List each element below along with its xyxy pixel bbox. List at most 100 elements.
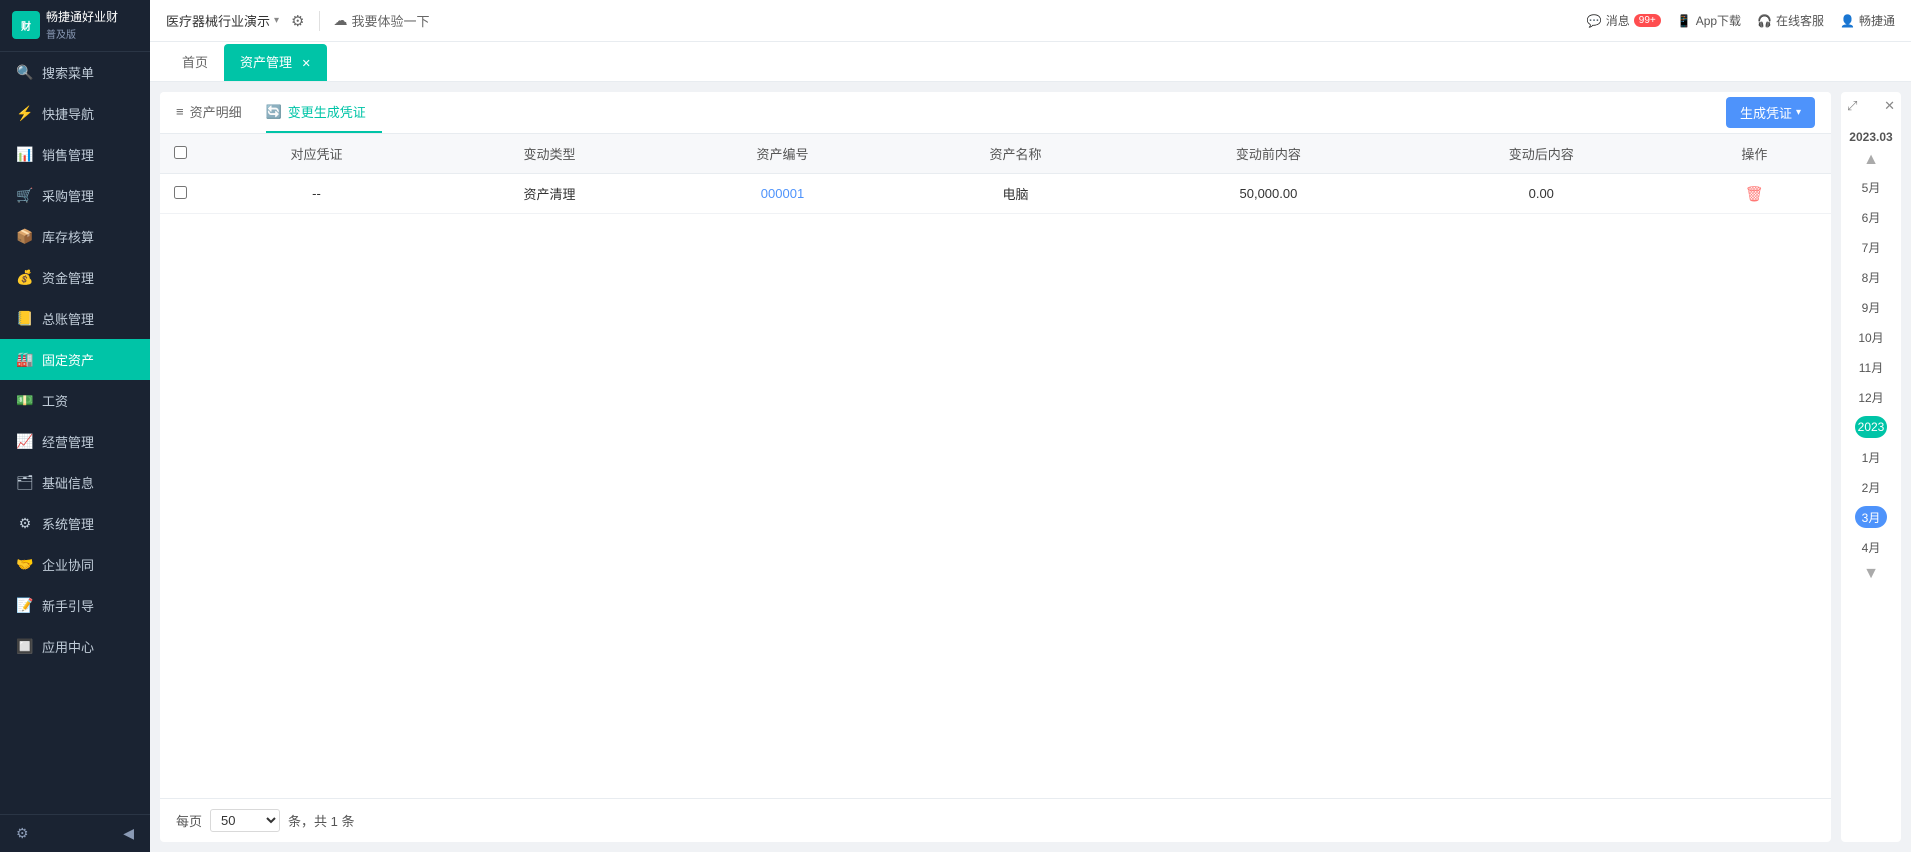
sidebar-item-basic[interactable]: 🗂基础信息 [0,462,150,503]
sidebar-label-apps: 应用中心 [42,637,94,656]
tab-asset-close-icon[interactable]: ✕ [302,58,311,70]
list-icon: ≡ [176,104,184,119]
month-5月[interactable]: 5月 [1855,172,1887,202]
sidebar-icon-operations: 📈 [16,432,34,450]
month-9月[interactable]: 9月 [1855,292,1887,322]
sidebar-item-fixed[interactable]: 🏭固定资产 [0,339,150,380]
message-button[interactable]: 💬 消息 99 [1587,12,1661,29]
company-selector[interactable]: 医疗器械行业演示 ▾ [166,11,279,30]
tab-asset[interactable]: 资产管理 ✕ [224,44,327,81]
sidebar-item-ledger[interactable]: 📒总账管理 [0,298,150,339]
topbar-gear-icon[interactable]: ⚙ [291,12,304,30]
th-after-change: 变动后内容 [1405,134,1678,174]
sidebar-icon-guide: 📝 [16,596,34,614]
th-change-type: 变动类型 [433,134,666,174]
month-2023-2月[interactable]: 2月 [1855,472,1887,502]
sub-tabs: ≡ 资产明细 🔄 变更生成凭证 生成凭证 ▾ [160,92,1831,134]
panel-up-nav[interactable]: ▲ [1841,148,1901,172]
month-11月[interactable]: 11月 [1855,352,1887,382]
year-badge-2023[interactable]: 2023 [1855,412,1887,442]
sidebar-item-purchase[interactable]: 🛒 采购管理 [0,175,150,216]
topbar-divider [319,11,320,31]
subtab-change-voucher[interactable]: 🔄 变更生成凭证 [266,92,382,133]
user-menu[interactable]: 👤 畅捷通 [1840,12,1895,29]
sidebar-label-sales: 销售管理 [42,145,94,164]
topbar-right: 💬 消息 99 📱 App下载 🎧 在线客服 👤 畅捷通 [1587,12,1895,29]
month-badge-2023-1月: 1月 [1855,446,1887,468]
content-area: ≡ 资产明细 🔄 变更生成凭证 生成凭证 ▾ [150,82,1911,852]
nav-tabs: 首页 资产管理 ✕ [150,42,1911,82]
user-avatar-icon: 👤 [1840,14,1855,28]
experience-button[interactable]: ☁ 我要体验一下 [334,11,430,30]
sidebar-item-salary[interactable]: 💵工资 [0,380,150,421]
tab-home-label: 首页 [182,55,208,70]
sidebar-item-funds[interactable]: 💰资金管理 [0,257,150,298]
sidebar-item-quicknav[interactable]: ⚡快捷导航 [0,93,150,134]
logo-icon: 财 [12,11,40,39]
delete-row-0[interactable]: 🗑 [1745,186,1764,203]
th-before-change: 变动前内容 [1132,134,1405,174]
sidebar-item-enterprise[interactable]: 🤝企业协同 [0,544,150,585]
sidebar-icon-apps: 🔲 [16,637,34,655]
month-badge-2023-4月: 4月 [1855,536,1887,558]
message-badge: 99 [1634,14,1661,27]
sidebar-item-search[interactable]: 🔍搜索菜单 [0,52,150,93]
experience-label: 我要体验一下 [352,11,430,30]
download-icon: 📱 [1677,14,1692,28]
month-10月[interactable]: 10月 [1855,322,1887,352]
month-badge-2023-2月: 2月 [1855,476,1887,498]
row-operation-0: 🗑 [1678,174,1831,214]
tab-home[interactable]: 首页 [166,44,224,81]
data-table: 对应凭证 变动类型 资产编号 资产名称 变动前内容 变动后内容 操作 -- 资产… [160,134,1831,214]
per-page-label: 每页 [176,811,202,830]
month-2023-4月[interactable]: 4月 [1855,532,1887,562]
sidebar-label-salary: 工资 [42,391,68,410]
collapse-icon[interactable]: ◀ [123,825,134,842]
month-badge-11月: 11月 [1855,356,1887,378]
sidebar-label-search: 搜索菜单 [42,63,94,82]
table-footer: 每页 50 10 20 100 条，共 1 条 [160,798,1831,842]
sidebar-item-guide[interactable]: 📝新手引导 [0,585,150,626]
th-checkbox [160,134,200,174]
sidebar-label-fixed: 固定资产 [42,350,94,369]
sidebar-label-purchase: 采购管理 [42,186,94,205]
year-badge: 2023 [1855,416,1887,438]
row-checkbox-0[interactable] [174,186,187,199]
sidebar-item-operations[interactable]: 📈经营管理 [0,421,150,462]
company-name: 医疗器械行业演示 [166,11,270,30]
panel-down-nav[interactable]: ▼ [1841,562,1901,586]
settings-icon[interactable]: ⚙ [16,825,29,842]
sidebar-item-system[interactable]: ⚙系统管理 [0,503,150,544]
month-6月[interactable]: 6月 [1855,202,1887,232]
month-8月[interactable]: 8月 [1855,262,1887,292]
row-asset-name-0: 电脑 [899,174,1132,214]
per-page-select[interactable]: 50 10 20 100 [210,809,280,832]
table-body: -- 资产清理 000001 电脑 50,000.00 0.00 🗑 [160,174,1831,214]
online-service-button[interactable]: 🎧 在线客服 [1757,12,1824,29]
sidebar-logo: 财 畅捷通好业财 普及版 [0,0,150,52]
app-download-button[interactable]: 📱 App下载 [1677,12,1741,29]
sidebar-footer: ⚙ ◀ [0,814,150,852]
sidebar-label-funds: 资金管理 [42,268,94,287]
th-asset-code: 资产编号 [666,134,899,174]
month-12月[interactable]: 12月 [1855,382,1887,412]
sidebar-label-enterprise: 企业协同 [42,555,94,574]
month-2023-3月[interactable]: 3月 [1855,502,1887,532]
select-all-checkbox[interactable] [174,146,187,159]
sidebar-item-inventory[interactable]: 📦库存核算 [0,216,150,257]
expand-icon[interactable]: ⤢ [1847,98,1857,114]
subtab-asset-list[interactable]: ≡ 资产明细 [176,92,258,133]
generate-voucher-button[interactable]: 生成凭证 ▾ [1726,97,1815,128]
sidebar-item-sales[interactable]: 📊销售管理 [0,134,150,175]
row-before-change-0: 50,000.00 [1132,174,1405,214]
total-text: 条，共 1 条 [288,811,354,830]
sidebar-item-apps[interactable]: 🔲 应用中心 [0,626,150,667]
th-operation: 操作 [1678,134,1831,174]
row-change-type-0: 资产清理 [433,174,666,214]
subtab-asset-list-label: 资产明细 [190,102,242,121]
month-badge-8月: 8月 [1855,266,1887,288]
close-icon[interactable]: ✕ [1884,98,1895,114]
sidebar-icon-purchase: 🛒 [16,186,34,204]
month-7月[interactable]: 7月 [1855,232,1887,262]
month-2023-1月[interactable]: 1月 [1855,442,1887,472]
